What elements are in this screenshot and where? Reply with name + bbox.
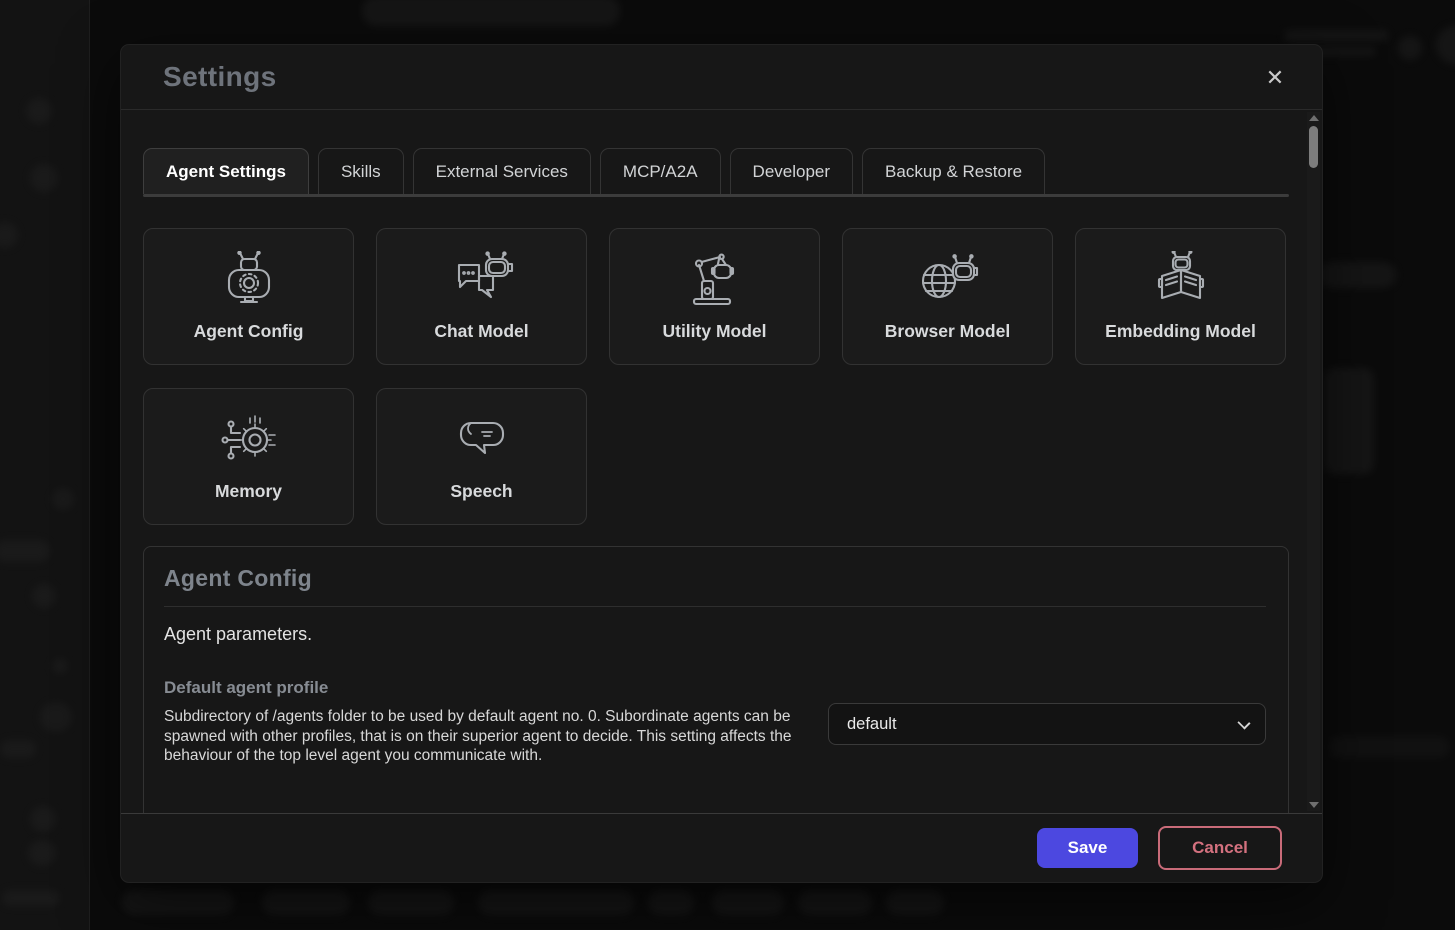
card-label: Embedding Model bbox=[1105, 321, 1256, 342]
section-subtitle: Agent parameters. bbox=[164, 624, 1266, 645]
field-label: Default agent profile bbox=[164, 678, 825, 698]
scrollbar-thumb[interactable] bbox=[1309, 126, 1318, 168]
dimmed-topbar-element bbox=[362, 0, 620, 26]
modal-footer: Save Cancel bbox=[121, 813, 1322, 882]
card-label: Speech bbox=[450, 481, 512, 502]
dimmed-chip bbox=[712, 890, 784, 915]
robot-book-icon bbox=[1148, 251, 1214, 309]
dimmed-topbar-text bbox=[1284, 30, 1388, 41]
field-description: Subdirectory of /agents folder to be use… bbox=[164, 707, 812, 766]
dimmed-right-panel bbox=[1328, 736, 1450, 758]
app-screen: Settings ✕ Agent Settings Skills Externa… bbox=[0, 0, 1455, 930]
select-value: default bbox=[847, 715, 897, 734]
card-label: Utility Model bbox=[662, 321, 766, 342]
save-button[interactable]: Save bbox=[1037, 828, 1138, 868]
robot-arm-icon bbox=[682, 251, 748, 309]
field-control: default bbox=[828, 703, 1266, 745]
tab-mcp-a2a[interactable]: MCP/A2A bbox=[600, 148, 721, 194]
section-divider bbox=[164, 606, 1266, 607]
dimmed-chip bbox=[368, 890, 454, 915]
card-embedding-model[interactable]: Embedding Model bbox=[1075, 228, 1286, 365]
scroll-down-icon[interactable] bbox=[1309, 802, 1319, 808]
card-label: Chat Model bbox=[434, 321, 528, 342]
settings-modal: Settings ✕ Agent Settings Skills Externa… bbox=[121, 45, 1322, 882]
circuit-gear-icon bbox=[216, 411, 282, 469]
chat-bubbles-robot-icon bbox=[449, 251, 515, 309]
settings-category-grid: Agent Config Chat Model bbox=[143, 228, 1289, 525]
dimmed-chip bbox=[478, 890, 634, 915]
card-speech[interactable]: Speech bbox=[376, 388, 587, 525]
section-title: Agent Config bbox=[164, 565, 1266, 592]
tab-skills[interactable]: Skills bbox=[318, 148, 404, 194]
dimmed-avatar bbox=[1398, 36, 1422, 60]
tab-agent-settings[interactable]: Agent Settings bbox=[143, 148, 309, 194]
dimmed-avatar bbox=[1436, 26, 1455, 64]
card-chat-model[interactable]: Chat Model bbox=[376, 228, 587, 365]
card-label: Memory bbox=[215, 481, 282, 502]
card-utility-model[interactable]: Utility Model bbox=[609, 228, 820, 365]
card-memory[interactable]: Memory bbox=[143, 388, 354, 525]
close-icon[interactable]: ✕ bbox=[1258, 61, 1292, 95]
modal-header: Settings ✕ bbox=[121, 45, 1322, 110]
speech-bubble-icon bbox=[449, 411, 515, 469]
dimmed-sidebar bbox=[0, 0, 90, 930]
dimmed-right-panel bbox=[1324, 368, 1374, 474]
modal-scrollbar[interactable] bbox=[1307, 112, 1320, 811]
dimmed-chip bbox=[648, 890, 694, 915]
robot-gear-icon bbox=[216, 251, 282, 309]
card-label: Agent Config bbox=[194, 321, 304, 342]
agent-config-section: Agent Config Agent parameters. Default a… bbox=[143, 546, 1289, 813]
tab-underline bbox=[143, 194, 1289, 197]
dimmed-chip bbox=[886, 890, 944, 915]
dimmed-right-pill bbox=[1318, 262, 1396, 288]
modal-title: Settings bbox=[163, 61, 277, 93]
cancel-button[interactable]: Cancel bbox=[1158, 826, 1282, 870]
default-agent-profile-select[interactable]: default bbox=[828, 703, 1266, 745]
scroll-up-icon[interactable] bbox=[1309, 115, 1319, 121]
dimmed-chip bbox=[262, 890, 350, 915]
default-agent-profile-field: Default agent profile Subdirectory of /a… bbox=[164, 678, 1266, 766]
field-text: Default agent profile Subdirectory of /a… bbox=[164, 678, 825, 766]
tab-external-services[interactable]: External Services bbox=[413, 148, 591, 194]
card-agent-config[interactable]: Agent Config bbox=[143, 228, 354, 365]
globe-robot-icon bbox=[915, 251, 981, 309]
tab-developer[interactable]: Developer bbox=[730, 148, 854, 194]
settings-tab-bar: Agent Settings Skills External Services … bbox=[143, 148, 1289, 194]
card-browser-model[interactable]: Browser Model bbox=[842, 228, 1053, 365]
dimmed-chip bbox=[122, 890, 234, 915]
card-label: Browser Model bbox=[885, 321, 1010, 342]
dimmed-chip bbox=[798, 890, 872, 915]
modal-body: Agent Settings Skills External Services … bbox=[121, 110, 1322, 813]
chevron-down-icon bbox=[1237, 716, 1250, 729]
tab-backup-restore[interactable]: Backup & Restore bbox=[862, 148, 1045, 194]
